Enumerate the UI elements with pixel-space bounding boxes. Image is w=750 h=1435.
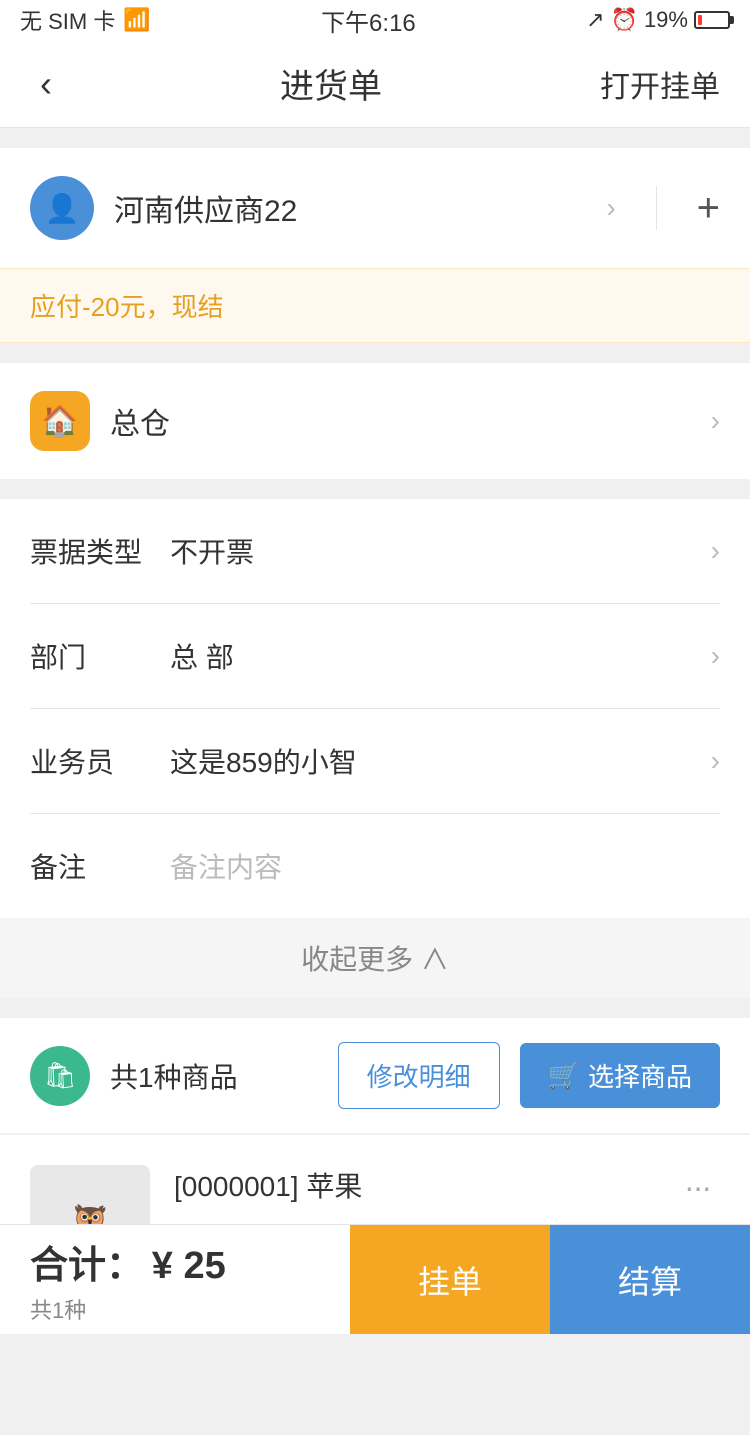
product-section-icon: 🛍	[30, 1046, 90, 1106]
product-name: [0000001] 苹果	[174, 1165, 650, 1205]
chevron-right-icon: ›	[606, 192, 615, 224]
total-sub: 共1种	[30, 1293, 320, 1325]
product-count-label: 共1种商品	[110, 1056, 318, 1096]
select-product-label: 选择商品	[588, 1057, 692, 1094]
gap-2	[0, 343, 750, 363]
status-carrier: 无 SIM 卡 📶	[20, 4, 151, 36]
total-amount-display: 合计： ¥ 25	[30, 1234, 320, 1289]
select-product-button[interactable]: 🛒 选择商品	[520, 1043, 720, 1108]
dept-label: 部门	[30, 636, 170, 676]
supplier-name: 河南供应商22	[114, 186, 586, 230]
warehouse-name: 总仓	[110, 399, 691, 443]
dept-value: 总 部	[170, 636, 711, 676]
chevron-right-icon-dept: ›	[711, 640, 720, 672]
invoice-value: 不开票	[170, 531, 711, 571]
supplier-section: 👤 河南供应商22 › + 应付-20元，现结	[0, 148, 750, 343]
collapse-button[interactable]: 收起更多 ∧	[0, 918, 750, 998]
carrier-text: 无 SIM 卡	[20, 4, 115, 36]
staff-row[interactable]: 业务员 这是859的小智 ›	[0, 709, 750, 813]
supplier-avatar: 👤	[30, 176, 94, 240]
warehouse-icon: 🏠	[30, 391, 90, 451]
pay-button-label: 结算	[618, 1257, 682, 1303]
product-header-row: 🛍 共1种商品 修改明细 🛒 选择商品	[0, 1018, 750, 1133]
invoice-label: 票据类型	[30, 531, 170, 571]
total-amount: ¥ 25	[152, 1245, 226, 1287]
wifi-icon: 📶	[123, 7, 150, 33]
gap-4	[0, 998, 750, 1018]
status-bar: 无 SIM 卡 📶 下午6:16 ↗ ⏰ 19%	[0, 0, 750, 40]
gap-3	[0, 479, 750, 499]
nav-bar: ‹ 进货单 打开挂单	[0, 40, 750, 128]
location-icon: ↗	[586, 7, 604, 33]
footer: 合计： ¥ 25 共1种 挂单 结算	[0, 1224, 750, 1334]
edit-detail-button[interactable]: 修改明细	[338, 1042, 500, 1109]
invoice-row[interactable]: 票据类型 不开票 ›	[0, 499, 750, 603]
staff-value: 这是859的小智	[170, 741, 711, 781]
warehouse-row[interactable]: 🏠 总仓 ›	[0, 363, 750, 479]
open-hold-button[interactable]: 打开挂单	[600, 62, 720, 106]
total-label: 合计：	[30, 1245, 144, 1287]
hold-button-label: 挂单	[418, 1257, 482, 1303]
alarm-icon: ⏰	[611, 7, 638, 33]
product-header-section: 🛍 共1种商品 修改明细 🛒 选择商品	[0, 1018, 750, 1133]
remark-value[interactable]: 备注内容	[170, 846, 720, 886]
shopping-bag-icon: 🛍	[43, 1060, 76, 1091]
supplier-divider	[656, 186, 657, 230]
remark-row[interactable]: 备注 备注内容	[0, 814, 750, 918]
battery-icon	[694, 11, 730, 29]
more-options-button[interactable]: ···	[674, 1165, 720, 1210]
dept-row[interactable]: 部门 总 部 ›	[0, 604, 750, 708]
back-button[interactable]: ‹	[30, 53, 62, 115]
status-time: 下午6:16	[321, 3, 416, 38]
collapse-label: 收起更多 ∧	[301, 938, 449, 978]
notice-bar: 应付-20元，现结	[0, 268, 750, 343]
cart-icon: 🛒	[548, 1060, 580, 1091]
avatar-icon: 👤	[45, 192, 80, 225]
chevron-right-icon-wh: ›	[711, 405, 720, 437]
product-code: [0000001]	[174, 1171, 299, 1202]
warehouse-section: 🏠 总仓 ›	[0, 363, 750, 479]
page-title: 进货单	[280, 59, 382, 108]
hold-button[interactable]: 挂单	[350, 1225, 550, 1334]
staff-label: 业务员	[30, 741, 170, 781]
chevron-right-icon-inv: ›	[711, 535, 720, 567]
pay-button[interactable]: 结算	[550, 1225, 750, 1334]
battery-text: 19%	[644, 7, 688, 33]
gap-1	[0, 128, 750, 148]
chevron-right-icon-staff: ›	[711, 745, 720, 777]
form-section: 票据类型 不开票 › 部门 总 部 › 业务员 这是859的小智 › 备注 备注…	[0, 499, 750, 918]
status-indicators: ↗ ⏰ 19%	[586, 7, 730, 33]
supplier-row[interactable]: 👤 河南供应商22 › +	[0, 148, 750, 268]
remark-label: 备注	[30, 846, 170, 886]
add-button[interactable]: +	[697, 186, 720, 231]
footer-total-section: 合计： ¥ 25 共1种	[0, 1225, 350, 1334]
product-title: 苹果	[306, 1171, 362, 1202]
